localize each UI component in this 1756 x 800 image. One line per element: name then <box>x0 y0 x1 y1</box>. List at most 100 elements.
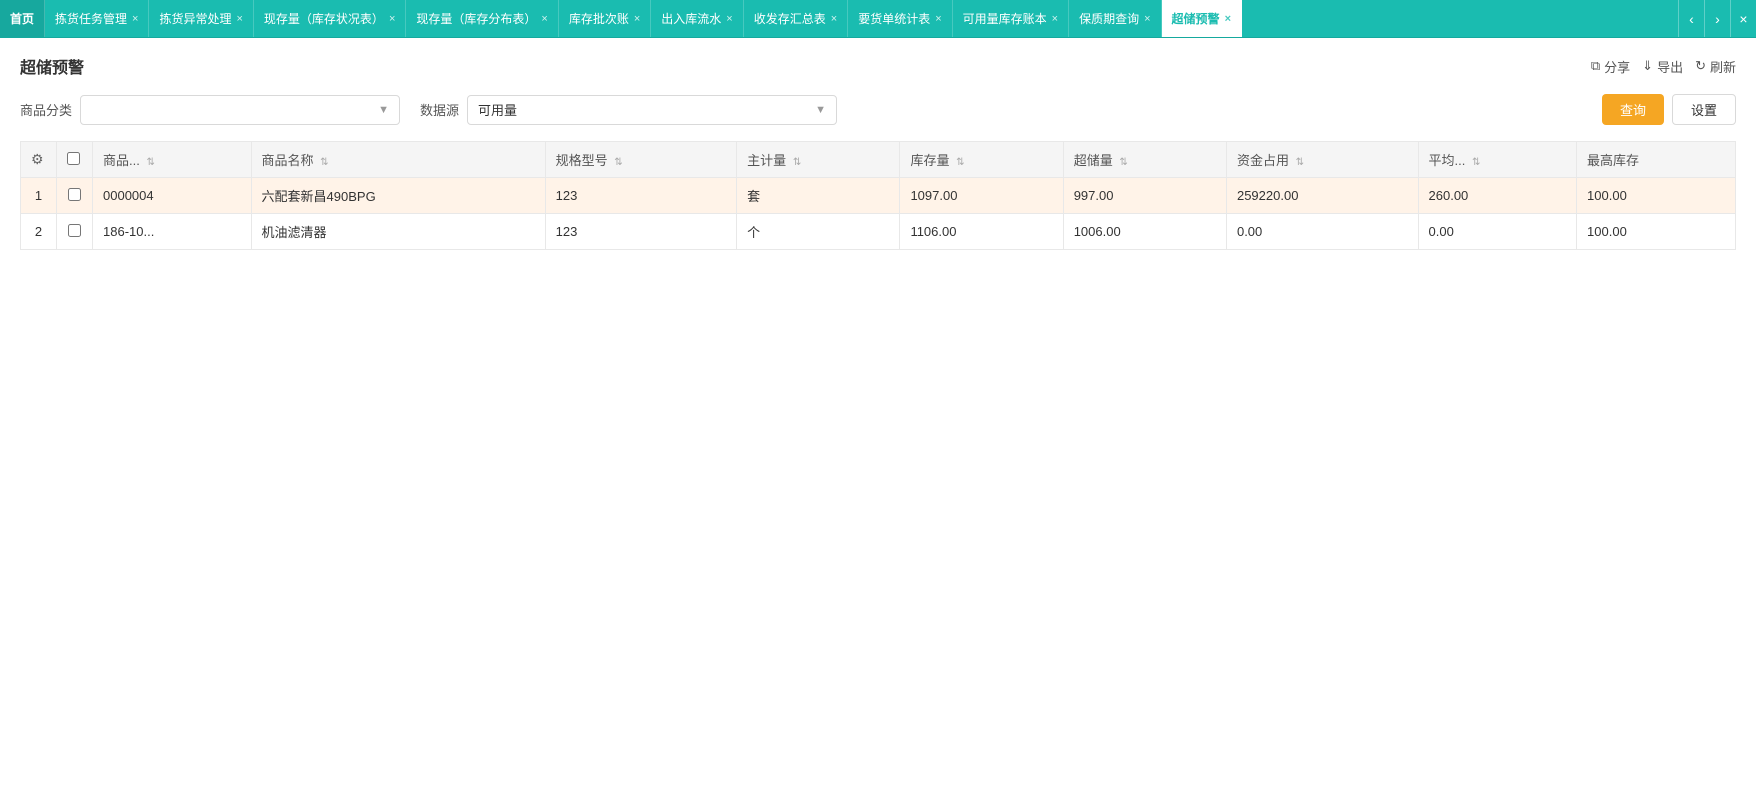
nav-tab-home[interactable]: 首页 <box>0 0 45 38</box>
table-header-row: ⚙ 商品... ⇅ 商品名称 ⇅ 规格型号 ⇅ 主计量 <box>21 142 1736 178</box>
row-product-code: 186-10... <box>93 214 252 250</box>
overstock-alert-label: 超储预警 <box>1172 10 1220 27</box>
row-checkbox[interactable] <box>68 188 81 201</box>
row-stock-qty: 1106.00 <box>900 214 1063 250</box>
nav-tab-inout-flow[interactable]: 出入库流水 × <box>651 0 743 38</box>
sort-stock-qty-icon[interactable]: ⇅ <box>956 157 964 168</box>
data-source-value: 可用量 <box>478 100 517 119</box>
home-tab-label: 首页 <box>10 10 34 27</box>
nav-tab-order-stats[interactable]: 要货单统计表 × <box>848 0 952 38</box>
row-spec-model: 123 <box>545 214 737 250</box>
data-source-filter: 数据源 可用量 ▼ <box>420 95 837 125</box>
row-checkbox[interactable] <box>68 224 81 237</box>
page-title: 超储预警 <box>20 54 84 78</box>
nav-tab-recv-send[interactable]: 收发存汇总表 × <box>744 0 848 38</box>
select-all-checkbox[interactable] <box>67 152 80 165</box>
close-exception-icon[interactable]: × <box>236 13 242 25</box>
page-content: 超储预警 ⧉ 分享 ⇓ 导出 ↻ 刷新 商品分类 ▼ 数据源 <box>0 38 1756 800</box>
product-category-label: 商品分类 <box>20 100 72 119</box>
row-max-stock: 100.00 <box>1577 178 1736 214</box>
sort-product-name-icon[interactable]: ⇅ <box>320 157 328 168</box>
nav-arrow-right-button[interactable]: › <box>1704 0 1730 38</box>
close-inout-flow-icon[interactable]: × <box>726 13 732 25</box>
filter-actions: 查询 设置 <box>1602 94 1736 125</box>
product-category-select[interactable]: ▼ <box>80 95 400 125</box>
close-recv-send-icon[interactable]: × <box>831 13 837 25</box>
sort-avg-icon[interactable]: ⇅ <box>1472 157 1480 168</box>
th-max-stock[interactable]: 最高库存 <box>1577 142 1736 178</box>
share-icon: ⧉ <box>1591 58 1600 74</box>
nav-tab-avail-stock[interactable]: 可用量库存账本 × <box>953 0 1069 38</box>
stock-status-label: 现存量（库存状况表） <box>264 10 384 27</box>
row-main-unit: 套 <box>737 178 900 214</box>
row-number: 1 <box>21 178 57 214</box>
row-product-name: 机油滤清器 <box>251 214 545 250</box>
th-product-code[interactable]: 商品... ⇅ <box>93 142 252 178</box>
batch-ledger-label: 库存批次账 <box>569 10 629 27</box>
nav-tab-stock-status[interactable]: 现存量（库存状况表） × <box>254 0 406 38</box>
row-overstock-qty: 997.00 <box>1063 178 1226 214</box>
nav-tab-batch-ledger[interactable]: 库存批次账 × <box>559 0 651 38</box>
th-spec-model[interactable]: 规格型号 ⇅ <box>545 142 737 178</box>
sort-capital-occ-icon[interactable]: ⇅ <box>1296 157 1304 168</box>
query-button[interactable]: 查询 <box>1602 94 1664 125</box>
close-overstock-alert-icon[interactable]: × <box>1225 13 1231 25</box>
nav-arrow-close-button[interactable]: × <box>1730 0 1756 38</box>
row-avg: 260.00 <box>1418 178 1577 214</box>
th-spec-model-label: 规格型号 <box>556 153 608 168</box>
th-gear: ⚙ <box>21 142 57 178</box>
sort-overstock-qty-icon[interactable]: ⇅ <box>1119 157 1127 168</box>
refresh-button[interactable]: ↻ 刷新 <box>1695 57 1736 76</box>
order-stats-label: 要货单统计表 <box>858 10 930 27</box>
th-stock-qty[interactable]: 库存量 ⇅ <box>900 142 1063 178</box>
th-product-name-label: 商品名称 <box>262 153 314 168</box>
sort-product-code-icon[interactable]: ⇅ <box>146 157 154 168</box>
exception-label: 拣货异常处理 <box>159 10 231 27</box>
settings-button[interactable]: 设置 <box>1672 94 1736 125</box>
table-body: 1 0000004 六配套新昌490BPG 123 套 1097.00 997.… <box>21 178 1736 250</box>
th-overstock-qty-label: 超储量 <box>1074 153 1113 168</box>
close-batch-ledger-icon[interactable]: × <box>634 13 640 25</box>
nav-tab-task-mgmt[interactable]: 拣货任务管理 × <box>45 0 149 38</box>
export-button[interactable]: ⇓ 导出 <box>1642 57 1683 76</box>
close-stock-status-icon[interactable]: × <box>389 13 395 25</box>
export-icon: ⇓ <box>1642 58 1653 74</box>
close-quality-check-icon[interactable]: × <box>1144 13 1150 25</box>
close-order-stats-icon[interactable]: × <box>935 13 941 25</box>
th-capital-occ[interactable]: 资金占用 ⇅ <box>1226 142 1418 178</box>
nav-tab-stock-dist[interactable]: 现存量（库存分布表） × <box>406 0 558 38</box>
gear-settings-icon[interactable]: ⚙ <box>31 151 44 167</box>
close-avail-stock-icon[interactable]: × <box>1052 13 1058 25</box>
close-task-mgmt-icon[interactable]: × <box>132 13 138 25</box>
row-overstock-qty: 1006.00 <box>1063 214 1226 250</box>
th-overstock-qty[interactable]: 超储量 ⇅ <box>1063 142 1226 178</box>
inout-flow-label: 出入库流水 <box>661 10 721 27</box>
data-source-chevron-icon: ▼ <box>815 104 826 116</box>
data-source-select[interactable]: 可用量 ▼ <box>467 95 837 125</box>
product-category-chevron-icon: ▼ <box>378 104 389 116</box>
stock-dist-label: 现存量（库存分布表） <box>416 10 536 27</box>
data-table: ⚙ 商品... ⇅ 商品名称 ⇅ 规格型号 ⇅ 主计量 <box>20 141 1736 250</box>
page-header: 超储预警 ⧉ 分享 ⇓ 导出 ↻ 刷新 <box>20 54 1736 78</box>
close-stock-dist-icon[interactable]: × <box>541 13 547 25</box>
refresh-icon: ↻ <box>1695 58 1706 74</box>
table-row: 1 0000004 六配套新昌490BPG 123 套 1097.00 997.… <box>21 178 1736 214</box>
sort-spec-model-icon[interactable]: ⇅ <box>614 157 622 168</box>
row-number: 2 <box>21 214 57 250</box>
sort-main-unit-icon[interactable]: ⇅ <box>793 157 801 168</box>
th-product-name[interactable]: 商品名称 ⇅ <box>251 142 545 178</box>
nav-tab-overstock-alert[interactable]: 超储预警 × <box>1162 0 1242 38</box>
row-capital-occ: 259220.00 <box>1226 178 1418 214</box>
nav-tab-exception[interactable]: 拣货异常处理 × <box>149 0 253 38</box>
th-avg[interactable]: 平均... ⇅ <box>1418 142 1577 178</box>
product-category-filter: 商品分类 ▼ <box>20 95 400 125</box>
th-checkbox <box>57 142 93 178</box>
nav-tab-quality-check[interactable]: 保质期查询 × <box>1069 0 1161 38</box>
header-actions: ⧉ 分享 ⇓ 导出 ↻ 刷新 <box>1591 57 1736 76</box>
th-product-code-label: 商品... <box>103 153 140 168</box>
nav-arrow-left-button[interactable]: ‹ <box>1678 0 1704 38</box>
share-button[interactable]: ⧉ 分享 <box>1591 57 1630 76</box>
nav-arrows-container: ‹ › × <box>1678 0 1756 38</box>
th-main-unit[interactable]: 主计量 ⇅ <box>737 142 900 178</box>
avail-stock-label: 可用量库存账本 <box>963 10 1047 27</box>
